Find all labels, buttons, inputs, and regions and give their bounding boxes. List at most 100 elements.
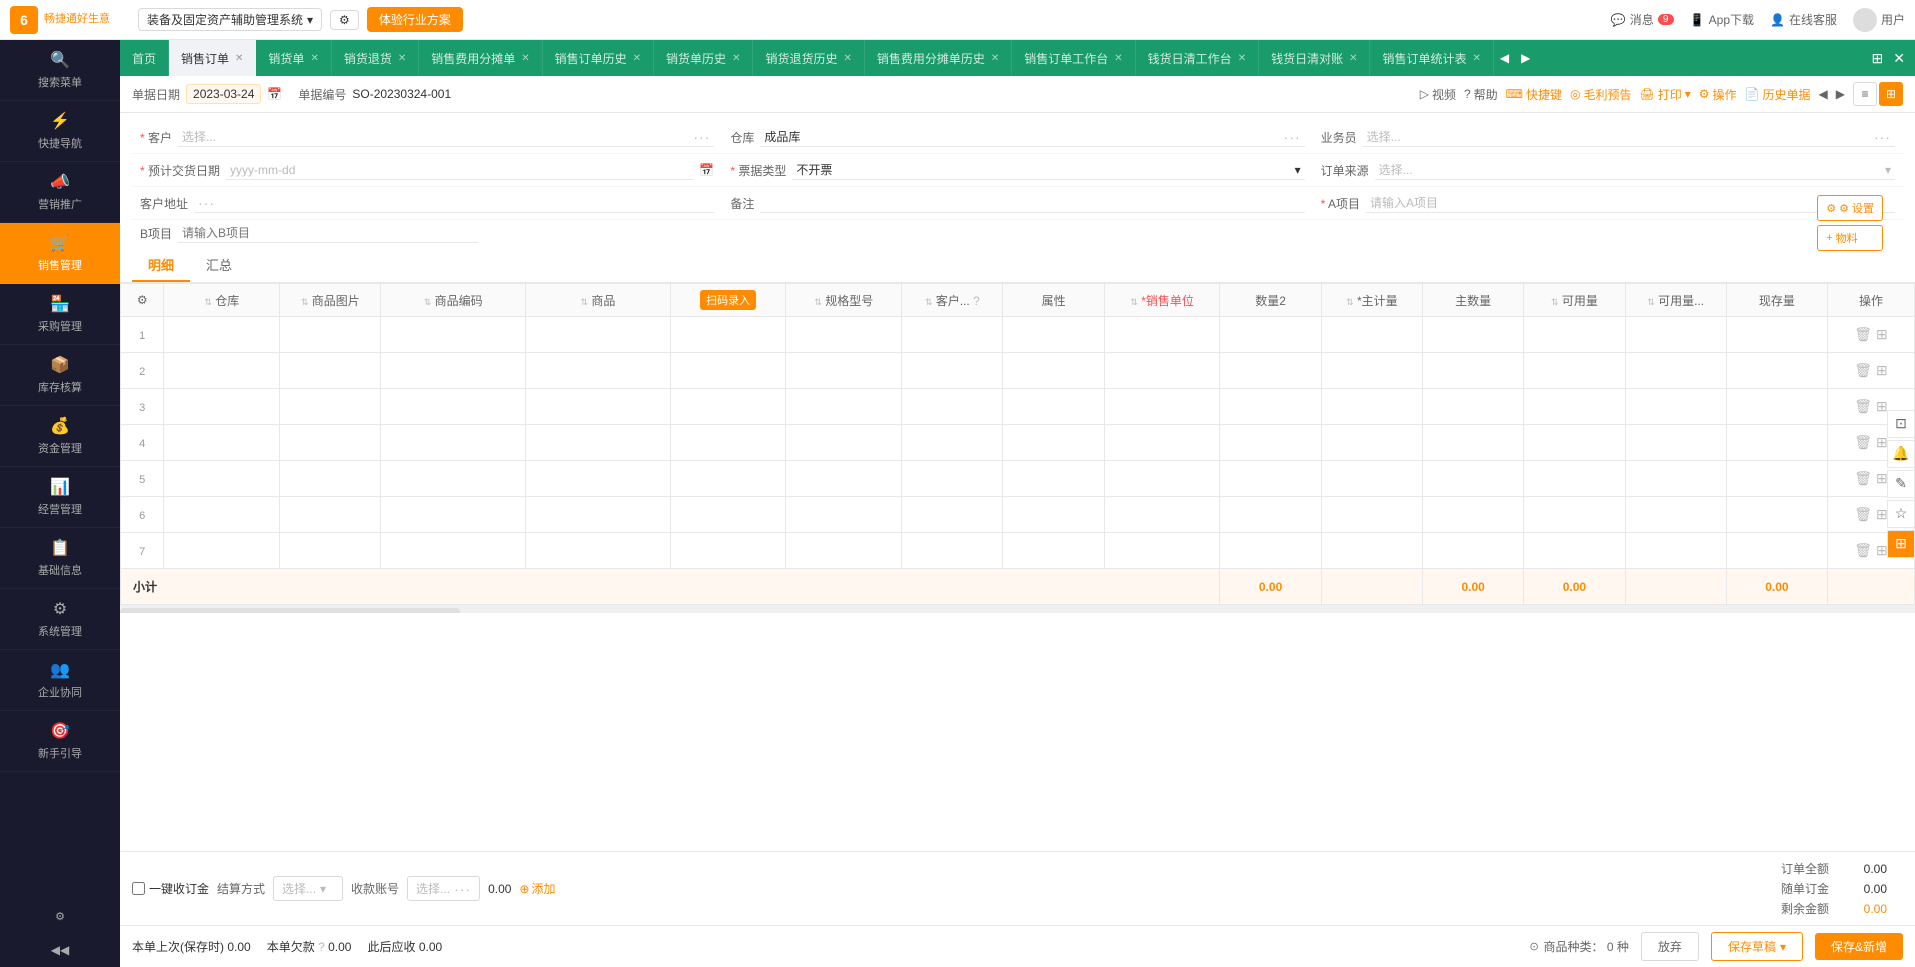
sidebar-settings[interactable]: ⚙ [0,900,120,933]
col-settings[interactable]: ⚙ [121,284,164,317]
row-main-unit[interactable] [1321,317,1422,353]
save-draft-btn[interactable]: 保存草稿 ▾ [1711,932,1803,961]
tab-sales-order[interactable]: 销售订单 ✕ [169,40,256,76]
sidebar-item-system[interactable]: ⚙ 系统管理 [0,589,120,650]
row-warehouse[interactable] [164,317,280,353]
sidebar-item-guide[interactable]: 🎯 新手引导 [0,711,120,772]
staff-input[interactable]: 选择... ··· [1363,127,1895,147]
row-attr[interactable] [1003,317,1104,353]
tab-order-history[interactable]: 销售订单历史 ✕ [543,40,654,76]
sidebar-item-enterprise[interactable]: 👥 企业协同 [0,650,120,711]
nav-left-btn[interactable]: ◀ [1819,87,1828,101]
b-project-input[interactable] [178,224,478,243]
row-qty2[interactable] [1220,317,1321,353]
print-btn[interactable]: 🖨 打印 ▾ [1640,86,1691,103]
tab-daily-reconcile[interactable]: 钱货日清对账 ✕ [1259,40,1370,76]
row-code[interactable] [381,317,526,353]
row-current[interactable] [1726,317,1827,353]
tab-close-return-history[interactable]: ✕ [843,53,851,64]
row-cust-code[interactable] [902,317,1003,353]
order-source-input[interactable]: 选择... ▾ [1375,160,1895,180]
delivery-calendar-icon[interactable]: 📅 [699,163,714,177]
tab-close-sales-order[interactable]: ✕ [235,53,243,64]
row-spec[interactable] [786,317,902,353]
delete-row-btn-6[interactable]: 🗑 [1854,506,1872,523]
add-payment-btn[interactable]: ⊕ 添加 [519,880,555,897]
delete-row-btn-5[interactable]: 🗑 [1854,470,1872,487]
card-view-btn[interactable]: ⊞ [1879,82,1903,106]
app-download-btn[interactable]: 📱 App下载 [1690,11,1754,28]
account-select[interactable]: 选择... ··· [407,876,480,901]
tab-close-sales-return[interactable]: ✕ [398,53,406,64]
delete-row-btn[interactable]: 🗑 [1854,326,1872,343]
tab-home[interactable]: 首页 [120,40,169,76]
shortcut-btn[interactable]: ⌨ 快捷键 [1506,86,1562,103]
tab-close-order-history[interactable]: ✕ [633,53,641,64]
tab-expand-btn[interactable]: ⊞ [1868,48,1888,69]
row-product[interactable] [526,317,671,353]
sidebar-collapse-btn[interactable]: ◀◀ [0,933,120,967]
row-image[interactable] [280,317,381,353]
float-btn-3[interactable]: ✎ [1887,470,1915,498]
tab-sales-stats[interactable]: 销售订单统计表 ✕ [1370,40,1493,76]
delete-row-btn-4[interactable]: 🗑 [1854,434,1872,451]
user-area[interactable]: 用户 [1853,8,1905,32]
one-click-checkbox-label[interactable]: 一键收订金 [132,880,209,897]
list-view-btn[interactable]: ≡ [1853,82,1877,106]
help-btn[interactable]: ? 帮助 [1464,86,1498,103]
scan-btn[interactable]: 扫码录入 [700,290,756,310]
sidebar-item-inventory[interactable]: 📦 库存核算 [0,345,120,406]
tab-return-history[interactable]: 销货退货历史 ✕ [753,40,864,76]
payment-method-select[interactable]: 选择... ▾ [273,876,343,901]
warehouse-input[interactable]: 成品库 ··· [760,127,1304,147]
float-btn-4[interactable]: ☆ [1887,500,1915,528]
tab-close-sales-stats[interactable]: ✕ [1473,53,1481,64]
row-available2[interactable] [1625,317,1726,353]
sidebar-item-finance[interactable]: 💰 资金管理 [0,406,120,467]
delete-row-btn-7[interactable]: 🗑 [1854,542,1872,559]
tab-summary[interactable]: 汇总 [190,249,248,282]
sidebar-item-sales[interactable]: 🛒 销售管理 [0,223,120,284]
ticket-select[interactable]: 不开票 ▾ [792,160,1304,180]
system-selector[interactable]: 装备及固定资产辅助管理系统 ▾ [138,8,322,31]
tab-close-invoice-history[interactable]: ✕ [732,53,740,64]
message-btn[interactable]: 💬 消息 9 [1611,11,1674,28]
tab-invoice-history[interactable]: 销货单历史 ✕ [654,40,753,76]
tab-close-daily-reconcile[interactable]: ✕ [1349,53,1357,64]
row-available[interactable] [1524,317,1625,353]
tab-close-expense-history[interactable]: ✕ [991,53,999,64]
customer-input[interactable]: 选择... ··· [178,127,714,147]
tab-close-daily-workbench[interactable]: ✕ [1238,53,1246,64]
discard-btn[interactable]: 放弃 [1641,932,1699,961]
delivery-input[interactable]: yyyy-mm-dd [226,160,693,180]
tab-nav-prev[interactable]: ◀ [1494,51,1515,65]
tab-detail[interactable]: 明细 [132,249,190,282]
scroll-bar[interactable] [120,605,1915,613]
float-btn-2[interactable]: 🔔 [1887,440,1915,468]
profit-btn[interactable]: ◎ 毛利预告 [1570,86,1632,103]
material-side-btn[interactable]: + 物料 [1817,225,1883,251]
industry-btn[interactable]: 体验行业方案 [367,7,463,32]
delete-row-btn-3[interactable]: 🗑 [1854,398,1872,415]
float-btn-1[interactable]: ⊡ [1887,410,1915,438]
nav-right-btn[interactable]: ▶ [1836,87,1845,101]
row-main-qty[interactable] [1423,317,1524,353]
operation-btn[interactable]: ⚙ 操作 [1699,86,1737,103]
tab-daily-workbench[interactable]: 钱货日清工作台 ✕ [1136,40,1259,76]
sidebar-item-purchase[interactable]: 🏪 采购管理 [0,284,120,345]
copy-row-btn-2[interactable]: ⊞ [1876,362,1888,379]
tab-nav-next[interactable]: ▶ [1515,51,1536,65]
sidebar-item-nav[interactable]: ⚡ 快捷导航 [0,101,120,162]
video-btn[interactable]: ▷ 视频 [1420,86,1456,103]
online-service-btn[interactable]: 👤 在线客服 [1770,11,1837,28]
tab-expense-split[interactable]: 销售费用分摊单 ✕ [419,40,542,76]
tab-order-workbench[interactable]: 销售订单工作台 ✕ [1012,40,1135,76]
float-btn-5[interactable]: ⊞ [1887,530,1915,558]
a-project-input[interactable]: 请输入A项目 [1366,193,1895,213]
history-btn[interactable]: 📄 历史单据 [1745,86,1811,103]
tab-close-order-workbench[interactable]: ✕ [1114,53,1122,64]
note-input[interactable] [760,193,1304,213]
settings-icon-btn[interactable]: ⚙ [330,10,359,30]
settings-side-btn[interactable]: ⚙ ⚙ 设置 [1817,195,1883,221]
tab-close-expense-split[interactable]: ✕ [521,53,529,64]
